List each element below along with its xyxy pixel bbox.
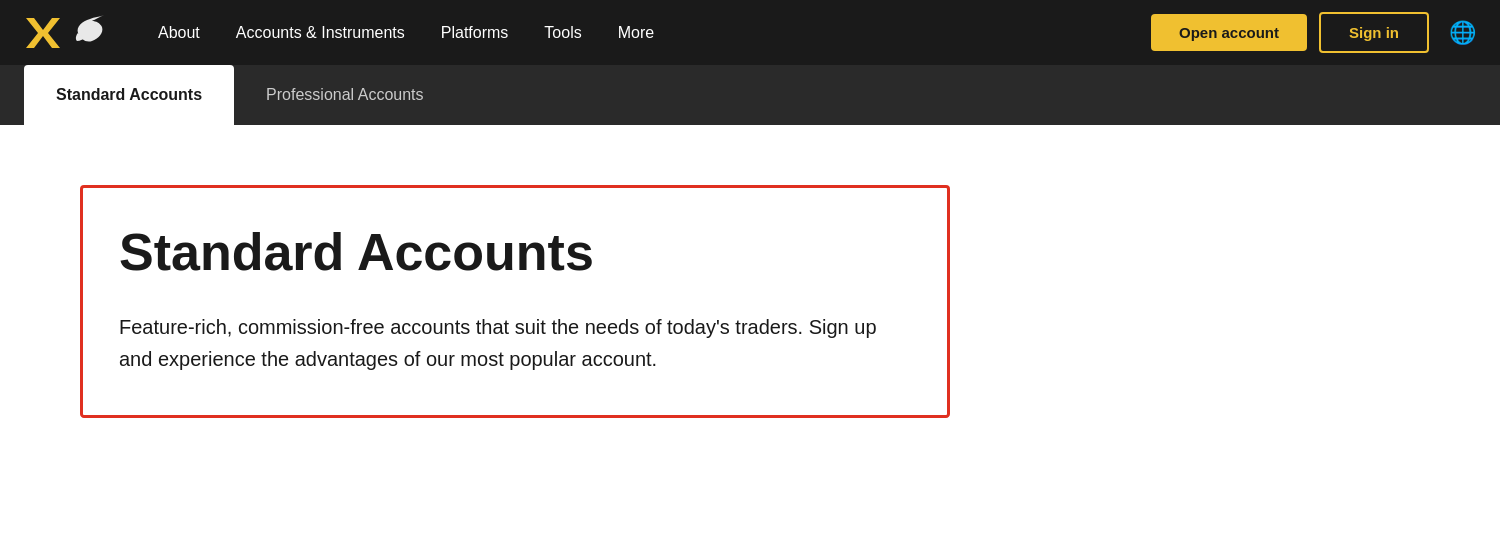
tab-professional-accounts[interactable]: Professional Accounts (234, 65, 455, 125)
nav-link-accounts-instruments[interactable]: Accounts & Instruments (218, 0, 423, 65)
tabs-bar: Standard Accounts Professional Accounts (0, 65, 1500, 125)
nav-link-more[interactable]: More (600, 0, 672, 65)
logo-group[interactable] (24, 13, 108, 53)
navbar-right: Open account Sign in 🌐 (1151, 12, 1476, 53)
globe-icon[interactable]: 🌐 (1449, 20, 1476, 46)
nav-link-platforms[interactable]: Platforms (423, 0, 527, 65)
sign-in-button[interactable]: Sign in (1319, 12, 1429, 53)
main-content: Standard Accounts Feature-rich, commissi… (0, 125, 1500, 541)
navbar-left: About Accounts & Instruments Platforms T… (24, 0, 672, 65)
nav-link-about[interactable]: About (140, 0, 218, 65)
open-account-button[interactable]: Open account (1151, 14, 1307, 51)
svg-marker-0 (26, 18, 60, 48)
nav-links: About Accounts & Instruments Platforms T… (140, 0, 672, 65)
nav-link-tools[interactable]: Tools (526, 0, 599, 65)
navbar: About Accounts & Instruments Platforms T… (0, 0, 1500, 65)
tab-standard-accounts[interactable]: Standard Accounts (24, 65, 234, 125)
xk-logo-icon (24, 14, 62, 52)
tab-professional-accounts-label: Professional Accounts (266, 86, 423, 104)
tab-standard-accounts-label: Standard Accounts (56, 86, 202, 104)
section-title: Standard Accounts (119, 224, 911, 281)
section-description: Feature-rich, commission-free accounts t… (119, 311, 911, 375)
highlight-box: Standard Accounts Feature-rich, commissi… (80, 185, 950, 418)
bird-logo-icon (72, 13, 108, 53)
